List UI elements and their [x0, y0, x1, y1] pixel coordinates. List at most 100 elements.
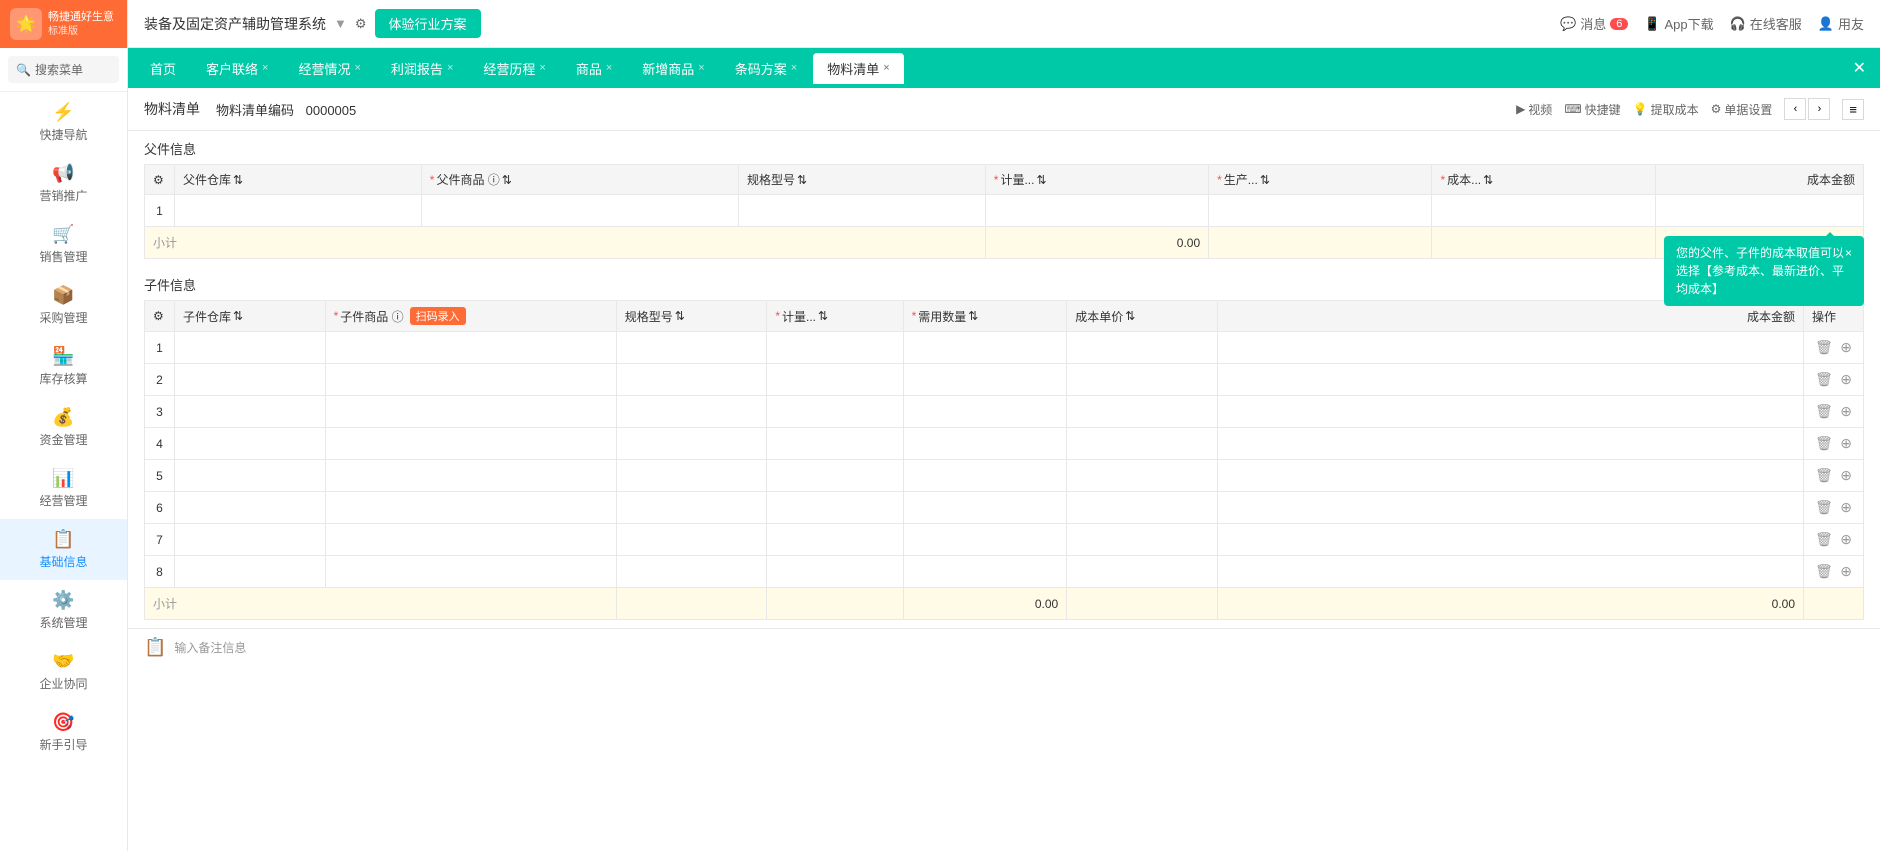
sidebar-item-inventory[interactable]: 🏪库存核算: [0, 336, 127, 397]
parent-cost-amount-cell[interactable]: [1655, 195, 1863, 227]
parent-spec-cell[interactable]: [739, 195, 986, 227]
child-cost-amount-cell[interactable]: [1217, 428, 1803, 460]
child-spec-cell[interactable]: [616, 428, 767, 460]
child-warehouse-cell[interactable]: [175, 428, 326, 460]
child-unit-price-cell[interactable]: [1067, 492, 1218, 524]
child-unit-cell[interactable]: [767, 460, 903, 492]
copy-icon[interactable]: ⊕: [1840, 563, 1852, 579]
child-qty-cell[interactable]: [903, 460, 1067, 492]
delete-icon[interactable]: 🗑: [1815, 403, 1833, 419]
nav-tab-operations[interactable]: 经营情况×: [284, 53, 374, 84]
copy-icon[interactable]: ⊕: [1840, 403, 1852, 419]
shortcut-key-button[interactable]: ⌨ 快捷键: [1564, 101, 1620, 118]
app-download-button[interactable]: 📱 App下载: [1644, 14, 1713, 33]
child-product-cell[interactable]: [325, 524, 616, 556]
copy-icon[interactable]: ⊕: [1840, 435, 1852, 451]
child-cost-amount-cell[interactable]: [1217, 460, 1803, 492]
tab-close-icon[interactable]: ×: [447, 62, 453, 74]
copy-icon[interactable]: ⊕: [1840, 531, 1852, 547]
child-product-cell[interactable]: [325, 556, 616, 588]
child-product-cell[interactable]: [325, 332, 616, 364]
close-all-tabs-button[interactable]: ✕: [1847, 56, 1872, 80]
child-unit-price-cell[interactable]: [1067, 396, 1218, 428]
child-cost-amount-cell[interactable]: [1217, 364, 1803, 396]
note-placeholder[interactable]: 输入备注信息: [174, 639, 246, 656]
tooltip-close-button[interactable]: ×: [1845, 244, 1852, 262]
child-spec-cell[interactable]: [616, 556, 767, 588]
child-spec-cell[interactable]: [616, 364, 767, 396]
parent-product-cell[interactable]: [421, 195, 738, 227]
nav-tab-new-product[interactable]: 新增商品×: [628, 53, 718, 84]
nav-tab-products[interactable]: 商品×: [562, 53, 626, 84]
tab-close-icon[interactable]: ×: [606, 62, 612, 74]
child-cost-amount-cell[interactable]: [1217, 396, 1803, 428]
child-warehouse-cell[interactable]: [175, 332, 326, 364]
nav-tab-bom[interactable]: 物料清单×: [813, 53, 903, 84]
child-unit-cell[interactable]: [767, 556, 903, 588]
tab-close-icon[interactable]: ×: [539, 62, 545, 74]
child-product-cell[interactable]: [325, 364, 616, 396]
child-unit-cell[interactable]: [767, 396, 903, 428]
delete-icon[interactable]: 🗑: [1815, 531, 1833, 547]
tab-close-icon[interactable]: ×: [354, 62, 360, 74]
sidebar-item-system[interactable]: ⚙️系统管理: [0, 580, 127, 641]
child-cost-amount-cell[interactable]: [1217, 332, 1803, 364]
tab-close-icon[interactable]: ×: [262, 62, 268, 74]
single-settings-button[interactable]: ⚙ 单据设置: [1711, 101, 1773, 118]
view-video-button[interactable]: ▶ 视频: [1516, 101, 1552, 118]
extract-cost-button[interactable]: 💡 提取成本: [1633, 101, 1699, 118]
child-warehouse-cell[interactable]: [175, 364, 326, 396]
child-cost-amount-cell[interactable]: [1217, 524, 1803, 556]
copy-icon[interactable]: ⊕: [1840, 371, 1852, 387]
parent-unit-cell[interactable]: [985, 195, 1208, 227]
nav-tab-history[interactable]: 经营历程×: [469, 53, 559, 84]
sidebar-item-operations[interactable]: 📊经营管理: [0, 458, 127, 519]
child-qty-cell[interactable]: [903, 556, 1067, 588]
child-warehouse-cell[interactable]: [175, 524, 326, 556]
try-solution-button[interactable]: 体验行业方案: [375, 9, 481, 38]
prev-record-button[interactable]: ‹: [1784, 98, 1806, 120]
delete-icon[interactable]: 🗑: [1815, 339, 1833, 355]
search-menu-button[interactable]: 🔍 搜索菜单: [8, 56, 119, 83]
messages-button[interactable]: 💬 消息 6: [1560, 14, 1628, 33]
child-qty-cell[interactable]: [903, 428, 1067, 460]
child-unit-cell[interactable]: [767, 332, 903, 364]
child-product-cell[interactable]: [325, 460, 616, 492]
online-service-button[interactable]: 🎧 在线客服: [1730, 14, 1802, 33]
child-warehouse-cell[interactable]: [175, 460, 326, 492]
sidebar-item-sales[interactable]: 🛒销售管理: [0, 214, 127, 275]
child-col-settings[interactable]: ⚙: [145, 301, 175, 332]
delete-icon[interactable]: 🗑: [1815, 467, 1833, 483]
child-unit-cell[interactable]: [767, 524, 903, 556]
nav-tab-customers[interactable]: 客户联络×: [192, 53, 282, 84]
child-unit-price-cell[interactable]: [1067, 364, 1218, 396]
sidebar-item-basic[interactable]: 📋基础信息: [0, 519, 127, 580]
child-spec-cell[interactable]: [616, 524, 767, 556]
child-cost-amount-cell[interactable]: [1217, 492, 1803, 524]
child-qty-cell[interactable]: [903, 524, 1067, 556]
delete-icon[interactable]: 🗑: [1815, 371, 1833, 387]
child-unit-cell[interactable]: [767, 364, 903, 396]
nav-tab-profit[interactable]: 利润报告×: [377, 53, 467, 84]
user-avatar[interactable]: 👤 用友: [1818, 14, 1864, 33]
parent-warehouse-cell[interactable]: [175, 195, 422, 227]
tab-close-icon[interactable]: ×: [883, 62, 889, 74]
child-unit-price-cell[interactable]: [1067, 460, 1218, 492]
sidebar-item-finance[interactable]: 💰资金管理: [0, 397, 127, 458]
child-unit-cell[interactable]: [767, 492, 903, 524]
child-cost-amount-cell[interactable]: [1217, 556, 1803, 588]
next-record-button[interactable]: ›: [1808, 98, 1830, 120]
delete-icon[interactable]: 🗑: [1815, 563, 1833, 579]
child-spec-cell[interactable]: [616, 332, 767, 364]
child-qty-cell[interactable]: [903, 332, 1067, 364]
child-spec-cell[interactable]: [616, 396, 767, 428]
child-unit-price-cell[interactable]: [1067, 556, 1218, 588]
delete-icon[interactable]: 🗑: [1815, 435, 1833, 451]
sidebar-item-guide[interactable]: 🎯新手引导: [0, 702, 127, 763]
child-qty-cell[interactable]: [903, 396, 1067, 428]
nav-tab-home[interactable]: 首页: [136, 53, 190, 84]
settings-icon[interactable]: ⚙: [355, 16, 367, 32]
nav-tab-barcode[interactable]: 条码方案×: [721, 53, 811, 84]
child-product-cell[interactable]: [325, 428, 616, 460]
sidebar-item-marketing[interactable]: 📢营销推广: [0, 153, 127, 214]
